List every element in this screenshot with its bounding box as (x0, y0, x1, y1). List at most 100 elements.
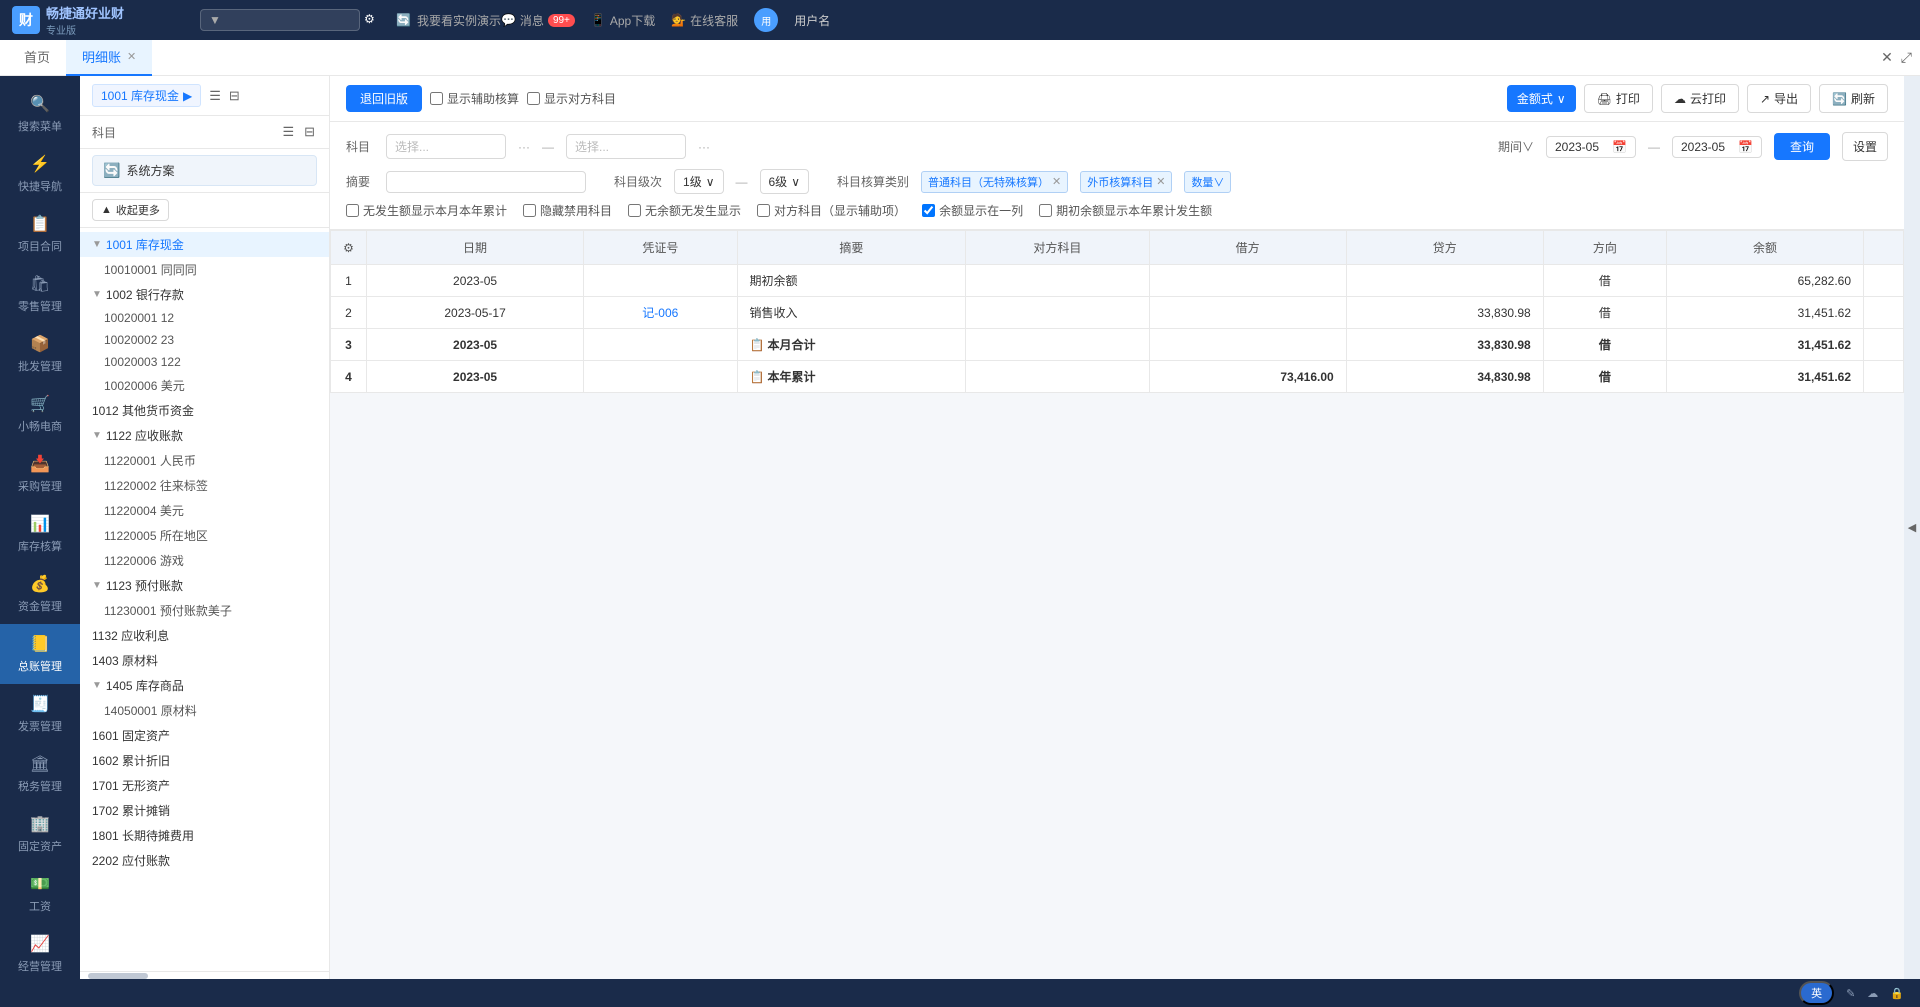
tree-node-11220005[interactable]: 11220005 所在地区 (80, 523, 329, 548)
tab-home[interactable]: 首页 (8, 40, 66, 76)
tree-node-1701[interactable]: 1701 无形资产 (80, 773, 329, 798)
sidebar-item-salary[interactable]: 💵 工资 (0, 864, 80, 924)
tree-node-1601[interactable]: 1601 固定资产 (80, 723, 329, 748)
app-download-btn[interactable]: 📱 App下载 (591, 12, 655, 29)
tab-close-btn[interactable]: ✕ (127, 50, 136, 63)
sidebar-item-finance[interactable]: 💰 资金管理 (0, 564, 80, 624)
sidebar-item-search[interactable]: 🔍 搜索菜单 (0, 84, 80, 144)
show-aux-input[interactable] (430, 92, 443, 105)
return-old-btn[interactable]: 退回旧版 (346, 85, 422, 112)
checkbox-no-amount-input[interactable] (346, 204, 359, 217)
tree-node-1132[interactable]: 1132 应收利息 (80, 623, 329, 648)
checkbox-opposite-input[interactable] (757, 204, 770, 217)
sidebar-item-inventory[interactable]: 📊 库存核算 (0, 504, 80, 564)
sidebar-item-wholesale[interactable]: 📦 批发管理 (0, 324, 80, 384)
tree-node-14050001[interactable]: 14050001 原材料 (80, 698, 329, 723)
top-search-input[interactable] (225, 13, 325, 27)
tree-node-11230001[interactable]: 11230001 预付账款美子 (80, 598, 329, 623)
checkbox-opening-balance-input[interactable] (1039, 204, 1052, 217)
tree-node-1012[interactable]: 1012 其他货币资金 (80, 398, 329, 423)
tree-node-10020001[interactable]: 10020001 12 (80, 307, 329, 329)
lock-icon[interactable]: 🔒 (1890, 987, 1904, 1000)
sidebar-item-ledger[interactable]: 📒 总账管理 (0, 624, 80, 684)
tree-node-11220001[interactable]: 11220001 人民币 (80, 448, 329, 473)
demo-link[interactable]: 🔄 我要看实例演示 (396, 12, 501, 29)
checkbox-balance-one-col-input[interactable] (922, 204, 935, 217)
tree-filter-icon[interactable]: ☰ (280, 122, 296, 142)
tree-node-1001[interactable]: ▼ 1001 库存现金 (80, 232, 329, 257)
tree-node-1122[interactable]: ▼ 1122 应收账款 (80, 423, 329, 448)
tree-node-1123[interactable]: ▼ 1123 预付账款 (80, 573, 329, 598)
voucher-link-2[interactable]: 记-006 (642, 306, 678, 320)
level-from-select[interactable]: 1级 ∨ (674, 169, 723, 194)
filter-tag-0[interactable]: 普通科目（无特殊核算） ✕ (921, 171, 1068, 193)
filter-tag-1[interactable]: 外币核算科目 ✕ (1080, 171, 1172, 193)
refresh-btn[interactable]: 🔄 刷新 (1819, 84, 1888, 113)
sidebar-item-management[interactable]: 📈 经营管理 (0, 924, 80, 979)
tab-close-window-btn[interactable]: ✕ (1881, 49, 1893, 66)
tree-node-11220006[interactable]: 11220006 游戏 (80, 548, 329, 573)
tree-node-1602[interactable]: 1602 累计折旧 (80, 748, 329, 773)
tree-node-10020003[interactable]: 10020003 122 (80, 351, 329, 373)
tree-collapse-btn[interactable]: ⊟ (227, 86, 242, 106)
edit-icon[interactable]: ✎ (1846, 987, 1855, 1000)
top-search[interactable]: ▼ (200, 9, 360, 31)
tree-node-10020006[interactable]: 10020006 美元 (80, 373, 329, 398)
tree-node-10010001[interactable]: 10010001 同同同 (80, 257, 329, 282)
tree-node-10020002[interactable]: 10020002 23 (80, 329, 329, 351)
sidebar-item-purchase[interactable]: 📥 采购管理 (0, 444, 80, 504)
tab-expand-btn[interactable]: ⤢ (1901, 49, 1912, 66)
current-account-tag[interactable]: 1001 库存现金 ▶ (92, 84, 201, 107)
subject-from-input[interactable]: 选择... (386, 134, 506, 159)
show-opposite-input[interactable] (527, 92, 540, 105)
tree-scrollbar[interactable] (80, 971, 329, 979)
sidebar-item-assets[interactable]: 🏢 固定资产 (0, 804, 80, 864)
lang-btn[interactable]: 英 (1799, 981, 1834, 1005)
sidebar-item-quick-nav[interactable]: ⚡ 快捷导航 (0, 144, 80, 204)
checkbox-no-balance-input[interactable] (628, 204, 641, 217)
online-service-btn[interactable]: 💁 在线客服 (671, 12, 738, 29)
cloud-print-btn[interactable]: ☁ 云打印 (1661, 84, 1739, 113)
amount-mode-btn[interactable]: 金额式 ∨ (1507, 85, 1576, 112)
col-settings[interactable]: ⚙ (331, 231, 367, 265)
checkbox-opening-balance[interactable]: 期初余额显示本年累计发生额 (1039, 202, 1212, 219)
sidebar-item-ecommerce[interactable]: 🛒 小畅电商 (0, 384, 80, 444)
cloud-status-icon[interactable]: ☁ (1867, 987, 1878, 1000)
tree-node-11220004[interactable]: 11220004 美元 (80, 498, 329, 523)
filter-tag-2[interactable]: 数量∨ (1184, 171, 1231, 193)
tree-node-1002[interactable]: ▼ 1002 银行存款 (80, 282, 329, 307)
level-to-select[interactable]: 6级 ∨ (760, 169, 809, 194)
show-opposite-checkbox[interactable]: 显示对方科目 (527, 90, 616, 107)
filter-tag-close-0[interactable]: ✕ (1052, 175, 1061, 188)
collapse-more-btn[interactable]: ▲ 收起更多 (92, 199, 169, 221)
sidebar-item-project[interactable]: 📋 项目合同 (0, 204, 80, 264)
print-btn[interactable]: 🖨 打印 (1584, 84, 1653, 113)
right-collapse-panel[interactable]: ◀ (1904, 76, 1920, 979)
checkbox-hide-disabled[interactable]: 隐藏禁用科目 (523, 202, 612, 219)
settings-icon[interactable]: ⚙ (364, 12, 380, 28)
tree-node-2202[interactable]: 2202 应付账款 (80, 848, 329, 873)
tree-node-1801[interactable]: 1801 长期待摊费用 (80, 823, 329, 848)
avatar[interactable]: 用 (754, 8, 778, 32)
subject-to-input[interactable]: 选择... (566, 134, 686, 159)
message-btn[interactable]: 💬 消息 99+ (501, 12, 575, 29)
sidebar-item-tax[interactable]: 🏛 税务管理 (0, 744, 80, 804)
checkbox-no-balance[interactable]: 无余额无发生显示 (628, 202, 741, 219)
checkbox-no-amount[interactable]: 无发生额显示本月本年累计 (346, 202, 507, 219)
checkbox-opposite-subject[interactable]: 对方科目（显示辅助项） (757, 202, 906, 219)
tree-node-11220002[interactable]: 11220002 往来标签 (80, 473, 329, 498)
query-btn[interactable]: 查询 (1774, 133, 1830, 160)
export-btn[interactable]: ↗ 导出 (1747, 84, 1811, 113)
setting-btn[interactable]: 设置 (1842, 132, 1888, 161)
tree-search-icon[interactable]: ⊟ (302, 122, 317, 142)
tab-ledger[interactable]: 明细账 ✕ (66, 40, 152, 76)
filter-tag-close-1[interactable]: ✕ (1156, 175, 1165, 188)
tree-node-1405[interactable]: ▼ 1405 库存商品 (80, 673, 329, 698)
tree-list-btn[interactable]: ☰ (207, 86, 223, 106)
period-from-input[interactable]: 2023-05 📅 (1546, 136, 1636, 158)
show-aux-checkbox[interactable]: 显示辅助核算 (430, 90, 519, 107)
period-to-input[interactable]: 2023-05 📅 (1672, 136, 1762, 158)
checkbox-hide-disabled-input[interactable] (523, 204, 536, 217)
tree-node-1702[interactable]: 1702 累计摊销 (80, 798, 329, 823)
checkbox-balance-one-col[interactable]: 余额显示在一列 (922, 202, 1023, 219)
